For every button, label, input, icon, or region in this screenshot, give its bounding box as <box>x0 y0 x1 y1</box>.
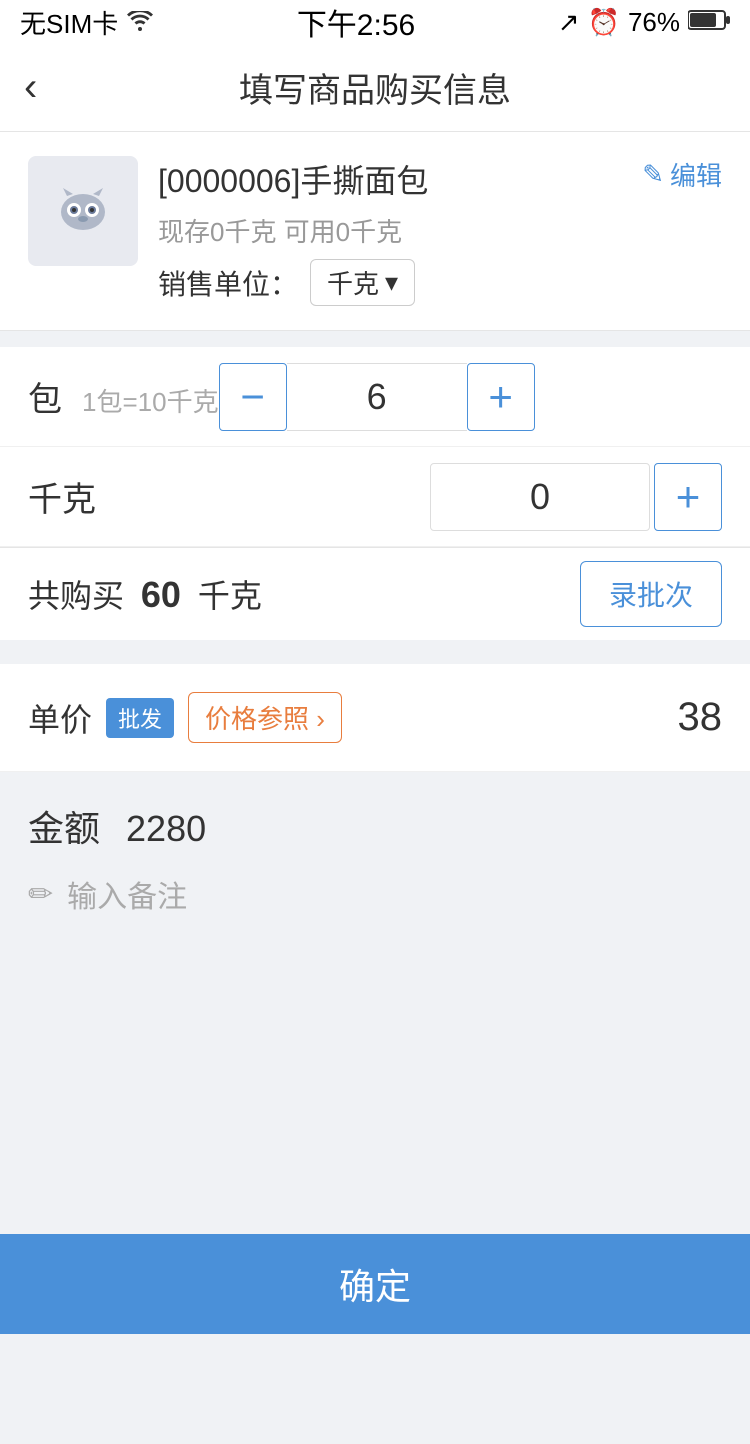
battery-icon <box>688 7 730 38</box>
unit-select[interactable]: 千克 ▾ <box>310 259 415 306</box>
section-divider-2 <box>0 648 750 664</box>
product-card: [0000006]手撕面包 现存0千克 可用0千克 销售单位： 千克 ▾ ✎ 编… <box>0 132 750 331</box>
pack-qty-controls: − + <box>219 363 535 431</box>
price-badge: 批发 <box>106 698 174 738</box>
total-quantity: 60 <box>141 574 181 615</box>
section-divider <box>0 331 750 347</box>
status-time: 下午2:56 <box>297 0 415 44</box>
note-placeholder[interactable]: 输入备注 <box>67 872 187 916</box>
batch-button[interactable]: 录批次 <box>580 561 722 627</box>
edit-icon: ✎ <box>642 159 664 190</box>
amount-row: 金额 2280 <box>28 800 722 852</box>
total-text: 共购买 60 千克 <box>28 571 262 617</box>
edit-button[interactable]: ✎ 编辑 <box>642 156 722 193</box>
product-name: [0000006]手撕面包 <box>158 156 722 202</box>
total-row: 共购买 60 千克 录批次 <box>0 548 750 648</box>
carrier-text: 无SIM卡 <box>20 4 118 41</box>
location-icon: ↗ <box>558 7 580 38</box>
pencil-icon: ✏ <box>28 877 53 912</box>
pack-minus-button[interactable]: − <box>219 363 287 431</box>
kg-qty-controls: + <box>430 463 722 531</box>
status-right: ↗ ⏰ 76% <box>558 7 730 38</box>
price-value: 38 <box>678 695 723 740</box>
wifi-icon <box>126 7 154 38</box>
pack-plus-button[interactable]: + <box>467 363 535 431</box>
product-info: [0000006]手撕面包 现存0千克 可用0千克 销售单位： 千克 ▾ <box>158 156 722 306</box>
note-row[interactable]: ✏ 输入备注 <box>28 872 722 916</box>
pack-hint: 1包=10千克 <box>82 382 219 419</box>
price-label-row: 单价 批发 价格参照 › <box>28 692 342 743</box>
amount-value: 2280 <box>126 808 206 849</box>
confirm-button[interactable]: 确定 <box>0 1234 750 1334</box>
price-section: 单价 批发 价格参照 › 38 <box>0 664 750 772</box>
pack-label: 包 <box>28 372 62 421</box>
qty-kg-row: 千克 + <box>0 447 750 547</box>
back-button[interactable]: ‹ <box>24 65 37 110</box>
kg-plus-button[interactable]: + <box>654 463 722 531</box>
product-thumbnail <box>28 156 138 266</box>
unit-label: 销售单位： <box>158 263 298 303</box>
alarm-icon: ⏰ <box>588 7 620 38</box>
kg-label: 千克 <box>28 472 430 521</box>
status-left: 无SIM卡 <box>20 4 154 41</box>
page-title: 填写商品购买信息 <box>239 63 511 112</box>
nav-bar: ‹ 填写商品购买信息 <box>0 44 750 132</box>
qty-pack-row: 包 1包=10千克 − + <box>0 347 750 447</box>
price-ref-button[interactable]: 价格参照 › <box>188 692 342 743</box>
pack-qty-input[interactable] <box>287 363 467 431</box>
kg-qty-input[interactable] <box>430 463 650 531</box>
dropdown-arrow-icon: ▾ <box>385 267 398 298</box>
product-unit-row: 销售单位： 千克 ▾ <box>158 259 722 306</box>
qty-pack-section: 包 1包=10千克 − + 千克 + <box>0 347 750 548</box>
battery-text: 76% <box>628 7 680 38</box>
status-bar: 无SIM卡 下午2:56 ↗ ⏰ 76% <box>0 0 750 44</box>
amount-section: 金额 2280 ✏ 输入备注 <box>0 772 750 944</box>
price-label: 单价 <box>28 695 92 741</box>
product-stock: 现存0千克 可用0千克 <box>158 212 722 249</box>
bottom-spacer <box>0 944 750 1444</box>
